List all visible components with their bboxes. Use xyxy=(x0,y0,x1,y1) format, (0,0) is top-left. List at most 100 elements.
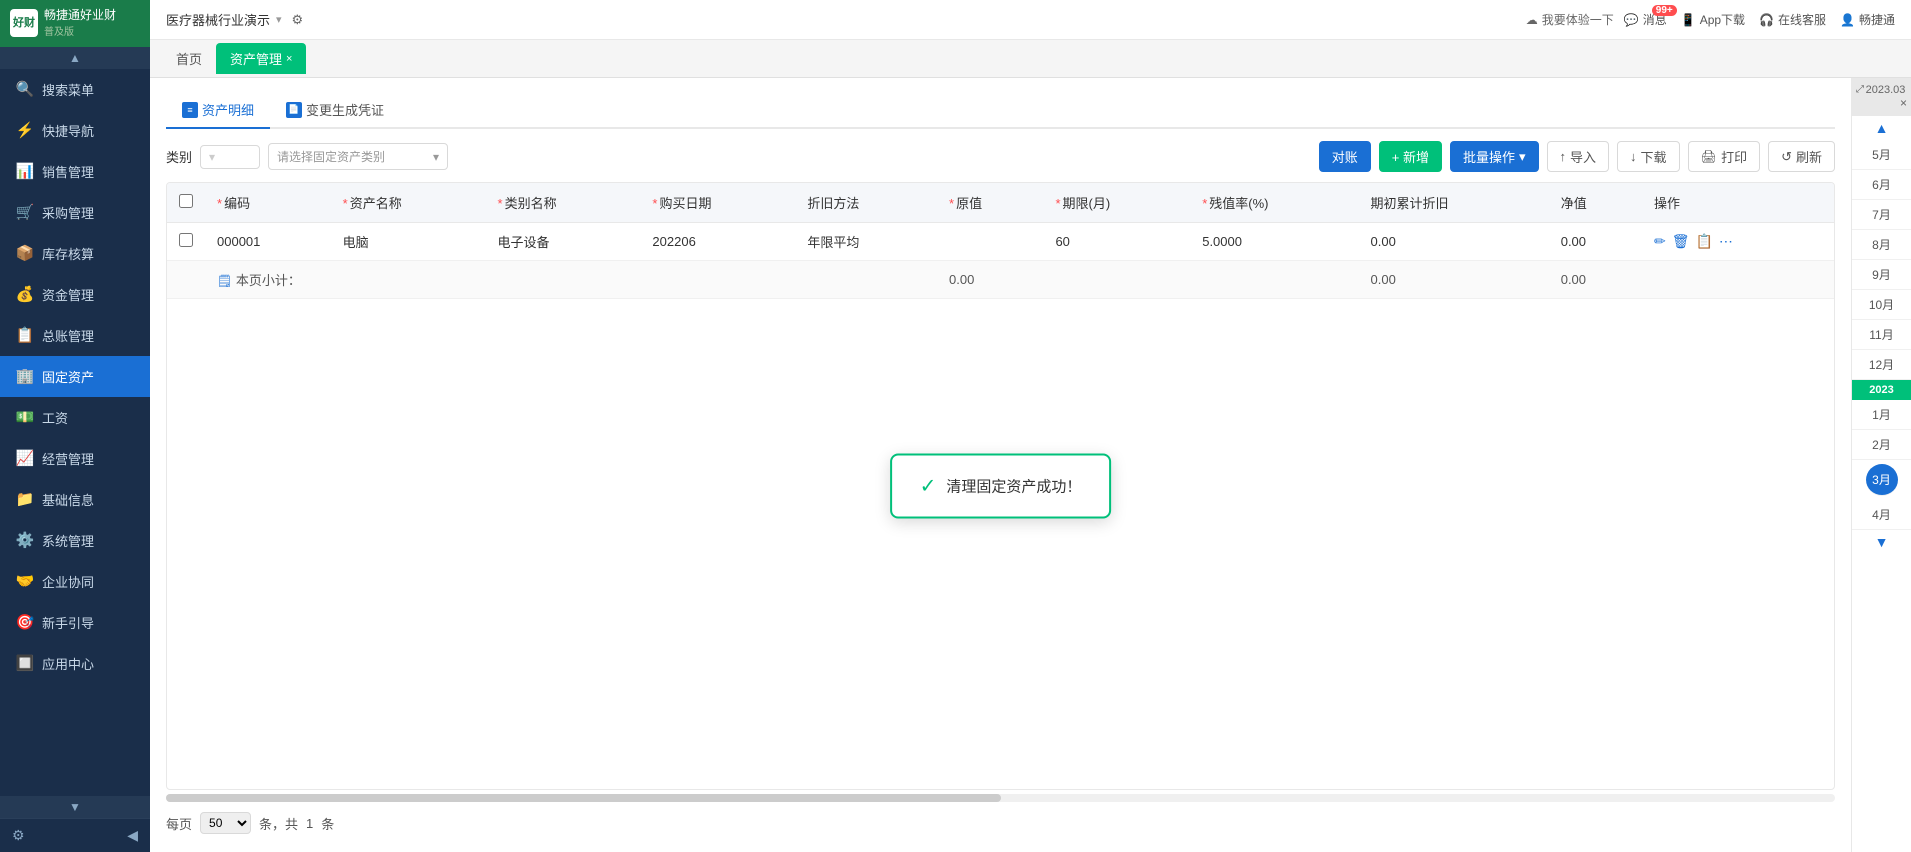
row-checkbox[interactable] xyxy=(179,233,193,247)
total-suffix: 条 xyxy=(321,814,334,833)
category-input[interactable]: 请选择固定资产类别 ▾ xyxy=(268,143,448,170)
tab-home[interactable]: 首页 xyxy=(166,43,212,74)
sidebar-item-label: 基础信息 xyxy=(42,490,94,509)
sidebar-item-purchase[interactable]: 🛒 采购管理 xyxy=(0,192,150,233)
toast-message: 清理固定资产成功！ xyxy=(946,476,1081,497)
category-select[interactable]: ▾ xyxy=(200,145,260,169)
row-checkbox-cell xyxy=(167,223,205,261)
sub-tab-asset-detail[interactable]: ≡ 资产明细 xyxy=(166,92,270,129)
sidebar-item-label: 采购管理 xyxy=(42,203,94,222)
table-row: 000001 电脑 电子设备 202206 年限平均 60 5.0000 0.0… xyxy=(167,223,1834,261)
toast-success-icon: ✓ xyxy=(920,474,937,499)
search-icon: 🔍 xyxy=(16,80,34,98)
inventory-icon: 📦 xyxy=(16,244,34,262)
sidebar-item-wages[interactable]: 💵 工资 xyxy=(0,397,150,438)
more-icon[interactable]: ⋯ xyxy=(1719,233,1733,250)
page-content: ≡ 资产明细 📄 变更生成凭证 类别 ▾ 请选择固定资产类别 ▾ xyxy=(150,78,1851,852)
timeline-month-9[interactable]: 9月 xyxy=(1852,260,1911,290)
timeline-month-12[interactable]: 12月 xyxy=(1852,350,1911,380)
expand-icon[interactable]: ⤢ xyxy=(1856,84,1864,95)
select-all-checkbox[interactable] xyxy=(179,194,193,208)
app-download-button[interactable]: 📱 App下载 xyxy=(1681,11,1745,28)
timeline-month-11[interactable]: 11月 xyxy=(1852,320,1911,350)
timeline-month-8[interactable]: 8月 xyxy=(1852,230,1911,260)
subtotal-net-value: 0.00 xyxy=(1549,261,1642,299)
refresh-button[interactable]: ↺ 刷新 xyxy=(1768,141,1835,172)
sidebar-item-quicknav[interactable]: ⚡ 快捷导航 xyxy=(0,110,150,151)
timeline-month-6[interactable]: 6月 xyxy=(1852,170,1911,200)
download-button[interactable]: ↓ 下载 xyxy=(1617,141,1680,172)
main-area: 医疗器械行业演示 ▾ ⚙ ☁ 我要体验一下 💬 消息 99+ 📱 App下载 🎧… xyxy=(150,0,1911,852)
settings-icon[interactable]: ⚙ xyxy=(12,827,25,844)
sidebar-item-sales[interactable]: 📊 销售管理 xyxy=(0,151,150,192)
sidebar-item-apps[interactable]: 🔲 应用中心 xyxy=(0,643,150,684)
row-net-value: 0.00 xyxy=(1549,223,1642,261)
sidebar-item-fixed-assets[interactable]: 🏢 固定资产 xyxy=(0,356,150,397)
sidebar-item-guide[interactable]: 🎯 新手引导 xyxy=(0,602,150,643)
subtotal-label: 🗒 本页小计： xyxy=(205,261,937,299)
tab-asset-management[interactable]: 资产管理 × xyxy=(216,43,306,74)
header-actions: 操作 xyxy=(1642,183,1834,223)
subtotal-initial-accumulated: 0.00 xyxy=(1359,261,1549,299)
scrollbar-thumb[interactable] xyxy=(166,794,1001,802)
import-button[interactable]: ↑ 导入 xyxy=(1547,141,1610,172)
sidebar-scroll-down[interactable]: ▼ xyxy=(0,796,150,818)
row-category: 电子设备 xyxy=(486,223,641,261)
app-download-icon: 📱 xyxy=(1681,13,1696,27)
close-timeline-icon[interactable]: × xyxy=(1900,96,1907,110)
timeline-month-4[interactable]: 4月 xyxy=(1852,500,1911,530)
tab-close-icon[interactable]: × xyxy=(286,53,292,65)
timeline-month-10[interactable]: 10月 xyxy=(1852,290,1911,320)
new-button[interactable]: + 新增 xyxy=(1379,141,1442,172)
row-period: 60 xyxy=(1043,223,1190,261)
collapse-sidebar-button[interactable]: ◀ xyxy=(127,827,138,844)
header-category: *类别名称 xyxy=(486,183,641,223)
edit-icon[interactable]: ✏ xyxy=(1654,233,1666,250)
timeline-month-3-active[interactable]: 3月 xyxy=(1866,464,1898,496)
delete-icon[interactable]: 🗑 xyxy=(1672,233,1690,250)
timeline-year: 2023 xyxy=(1852,380,1911,400)
sidebar-item-search[interactable]: 🔍 搜索菜单 xyxy=(0,69,150,110)
sidebar-scroll-up[interactable]: ▲ xyxy=(0,47,150,69)
row-residual-rate: 5.0000 xyxy=(1190,223,1358,261)
subtotal-original-value: 0.00 xyxy=(937,261,1043,299)
timeline-nav-down[interactable]: ▼ xyxy=(1852,530,1911,554)
timeline-panel: ⤢ 2023.03 × ▲ 5月 6月 7月 8月 9月 10月 11月 12月… xyxy=(1851,78,1911,852)
sidebar-item-label: 总账管理 xyxy=(42,326,94,345)
per-page-select[interactable]: 50 100 200 xyxy=(200,812,251,834)
ledger-icon: 📋 xyxy=(16,326,34,344)
sidebar-item-funds[interactable]: 💰 资金管理 xyxy=(0,274,150,315)
copy-icon[interactable]: 📋 xyxy=(1695,233,1712,250)
sub-tab-change-voucher[interactable]: 📄 变更生成凭证 xyxy=(270,92,400,129)
timeline-month-7[interactable]: 7月 xyxy=(1852,200,1911,230)
horizontal-scrollbar[interactable] xyxy=(166,794,1835,802)
timeline-month-2[interactable]: 2月 xyxy=(1852,430,1911,460)
sidebar-item-basic[interactable]: 📁 基础信息 xyxy=(0,479,150,520)
sidebar-item-inventory[interactable]: 📦 库存核算 xyxy=(0,233,150,274)
sidebar-item-ledger[interactable]: 📋 总账管理 xyxy=(0,315,150,356)
timeline-month-1[interactable]: 1月 xyxy=(1852,400,1911,430)
row-purchase-date: 202206 xyxy=(640,223,795,261)
experience-button[interactable]: ☁ 我要体验一下 xyxy=(1526,11,1614,28)
user-avatar[interactable]: 👤 畅捷通 xyxy=(1840,11,1895,28)
sidebar-bottom: ⚙ ◀ xyxy=(0,818,150,852)
sub-tabs: ≡ 资产明细 📄 变更生成凭证 xyxy=(166,92,1835,129)
company-chevron-icon[interactable]: ▾ xyxy=(276,13,282,26)
timeline-month-5[interactable]: 5月 xyxy=(1852,140,1911,170)
refresh-icon: ↺ xyxy=(1781,149,1792,165)
sidebar-item-collab[interactable]: 🤝 企业协同 xyxy=(0,561,150,602)
print-icon: 🖨 xyxy=(1701,149,1718,165)
online-service-button[interactable]: 🎧 在线客服 xyxy=(1759,11,1826,28)
sidebar-item-system[interactable]: ⚙️ 系统管理 xyxy=(0,520,150,561)
sidebar-item-ops[interactable]: 📈 经营管理 xyxy=(0,438,150,479)
batch-operation-button[interactable]: 批量操作 ▾ xyxy=(1450,141,1539,172)
message-button[interactable]: 💬 消息 99+ xyxy=(1624,11,1667,28)
content-area: ≡ 资产明细 📄 变更生成凭证 类别 ▾ 请选择固定资产类别 ▾ xyxy=(150,78,1911,852)
print-button[interactable]: 🖨 打印 xyxy=(1688,141,1761,172)
company-gear-icon[interactable]: ⚙ xyxy=(292,12,304,28)
header-net-value: 净值 xyxy=(1549,183,1642,223)
timeline-nav-up[interactable]: ▲ xyxy=(1852,116,1911,140)
table-header-row: *编码 *资产名称 *类别名称 *购买日期 折旧方法 *原值 *期限(月) *残… xyxy=(167,183,1834,223)
reconcile-button[interactable]: 对账 xyxy=(1319,141,1371,172)
header-depreciation: 折旧方法 xyxy=(795,183,937,223)
